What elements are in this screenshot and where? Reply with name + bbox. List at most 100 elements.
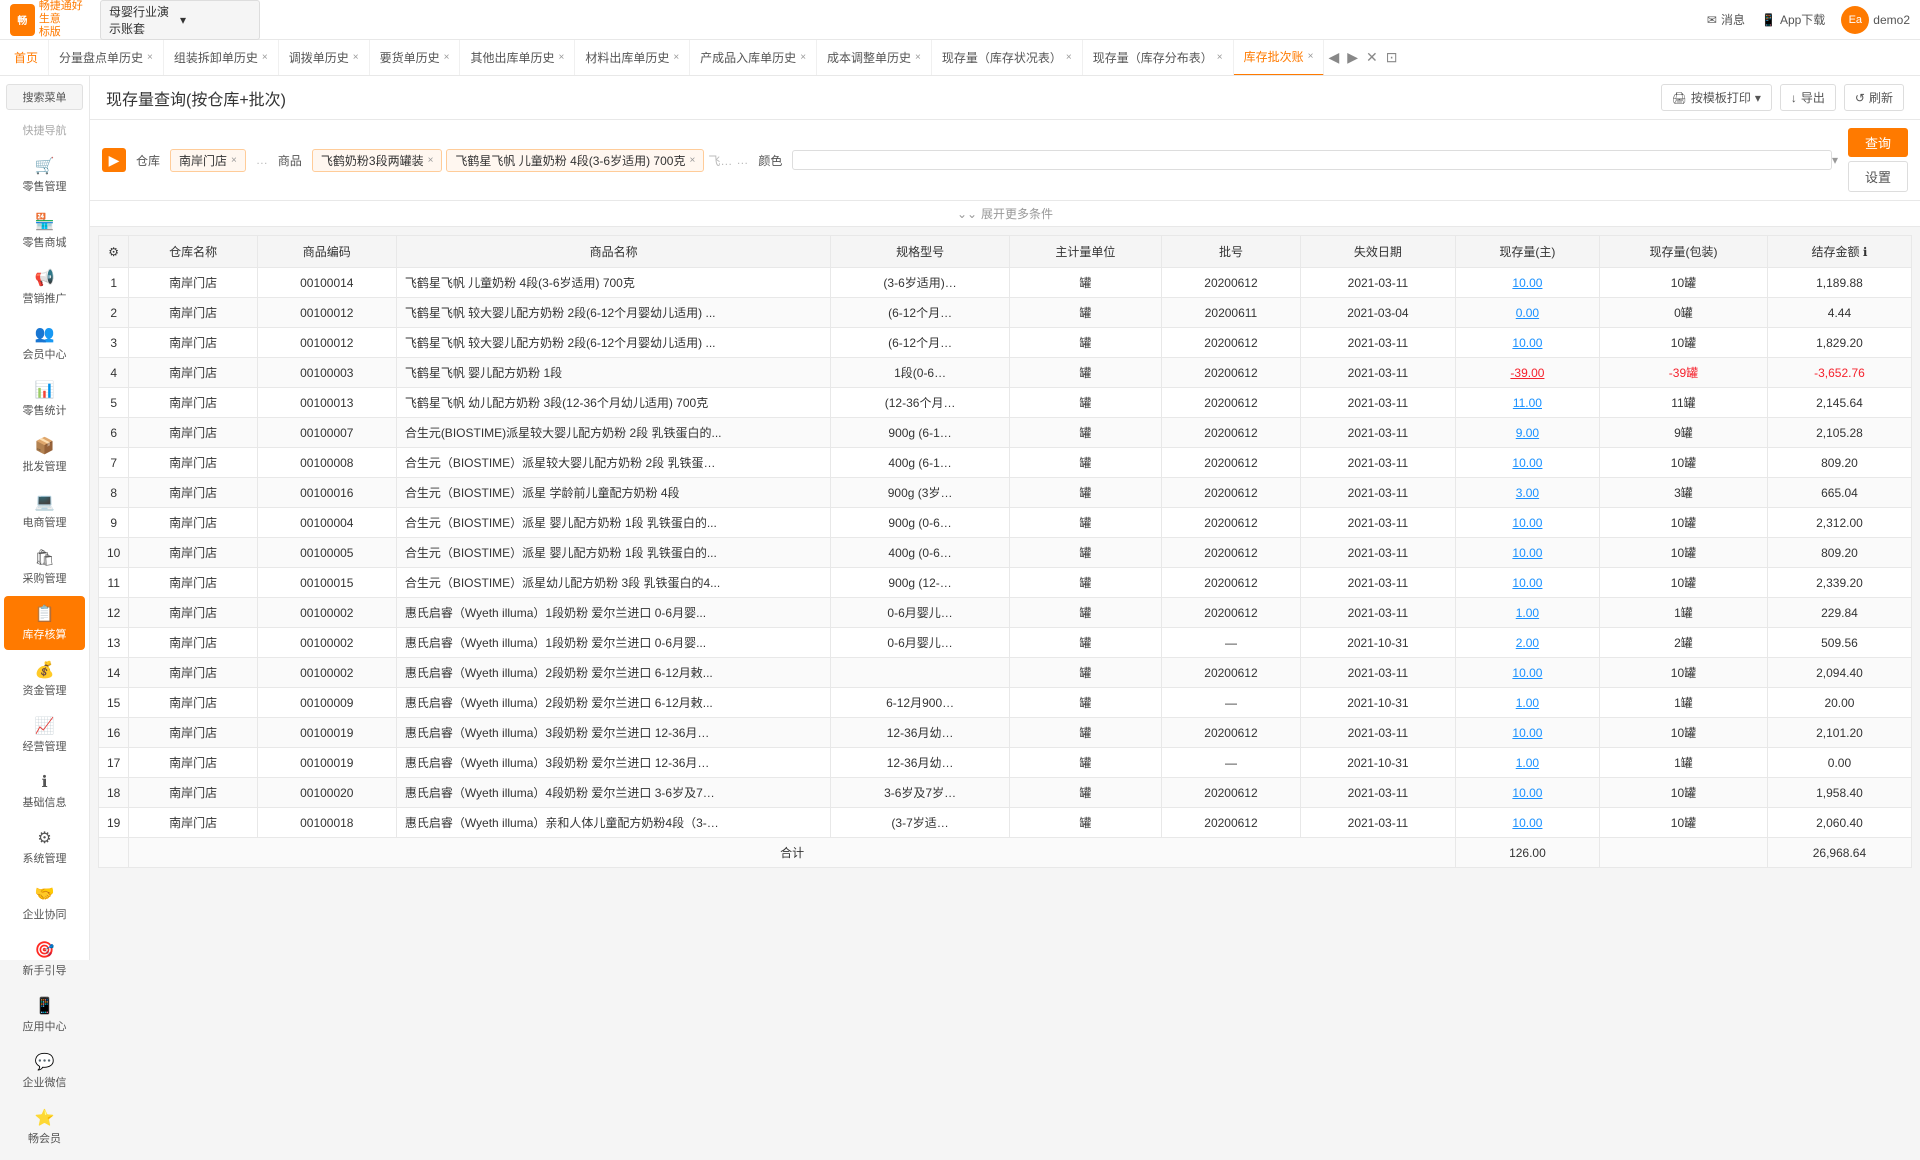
sidebar-item-member[interactable]: 👥 会员中心 bbox=[4, 316, 85, 370]
row-stock-main[interactable]: 10.00 bbox=[1455, 508, 1599, 538]
goods-tag-1-close[interactable]: × bbox=[428, 155, 434, 166]
sidebar-item-newguide[interactable]: 🎯 新手引导 bbox=[4, 932, 85, 986]
row-stock-main[interactable]: 10.00 bbox=[1455, 538, 1599, 568]
close-icon[interactable]: × bbox=[800, 52, 806, 63]
goods-tag-2[interactable]: 飞鹤星飞帆 儿童奶粉 4段(3-6岁适用) 700克 × bbox=[446, 149, 704, 172]
user-avatar[interactable]: Ea demo2 bbox=[1841, 6, 1910, 34]
row-stock-main[interactable]: 10.00 bbox=[1455, 568, 1599, 598]
close-icon[interactable]: × bbox=[915, 52, 921, 63]
nav-prev-arrow[interactable]: ◀ bbox=[1324, 49, 1343, 66]
basic-icon: ℹ bbox=[10, 772, 79, 792]
nav-tab-qita[interactable]: 其他出库单历史 × bbox=[460, 40, 575, 76]
filter-action-btns: 查询 设置 bbox=[1848, 128, 1908, 192]
row-stock-main[interactable]: 10.00 bbox=[1455, 778, 1599, 808]
sidebar-item-apps[interactable]: 📱 应用中心 bbox=[4, 988, 85, 1042]
goods-filter-more-btn[interactable]: … bbox=[736, 153, 748, 167]
row-stock-main[interactable]: 9.00 bbox=[1455, 418, 1599, 448]
warehouse-more[interactable]: … bbox=[256, 153, 268, 167]
row-stock-main[interactable]: 1.00 bbox=[1455, 748, 1599, 778]
col-settings[interactable]: ⚙ bbox=[99, 236, 129, 268]
row-stock-main[interactable]: 2.00 bbox=[1455, 628, 1599, 658]
nav-tab-cailiao[interactable]: 材料出库单历史 × bbox=[575, 40, 690, 76]
goods-tag-1[interactable]: 飞鹤奶粉3段两罐装 × bbox=[312, 149, 443, 172]
row-code: 00100002 bbox=[257, 658, 396, 688]
row-warehouse: 南岸门店 bbox=[129, 478, 257, 508]
refresh-btn[interactable]: ↺ 刷新 bbox=[1844, 84, 1904, 111]
row-stock-main[interactable]: 10.00 bbox=[1455, 328, 1599, 358]
nav-tab-tiaopi[interactable]: 调拨单历史 × bbox=[279, 40, 370, 76]
nav-tab-zuche[interactable]: 组装拆卸单历史 × bbox=[164, 40, 279, 76]
row-stock-pack: 10罐 bbox=[1600, 328, 1768, 358]
setting-btn[interactable]: 设置 bbox=[1848, 161, 1908, 192]
sidebar-item-member2[interactable]: ⭐ 畅会员 bbox=[4, 1100, 85, 1154]
row-stock-main[interactable]: 10.00 bbox=[1455, 268, 1599, 298]
nav-tab-xianzailiang2[interactable]: 现存量（库存分布表） × bbox=[1083, 40, 1234, 76]
row-stock-main[interactable]: 0.00 bbox=[1455, 298, 1599, 328]
print-btn[interactable]: 🖨 按模板打印 ▾ bbox=[1661, 84, 1772, 111]
row-num: 1 bbox=[99, 268, 129, 298]
nav-tab-xianzailiang1[interactable]: 现存量（库存状况表） × bbox=[932, 40, 1083, 76]
retail-icon: 🛒 bbox=[10, 156, 79, 176]
tenant-selector[interactable]: 母婴行业演示账套 ▾ bbox=[100, 0, 260, 40]
sidebar-item-wholesale[interactable]: 📦 批发管理 bbox=[4, 428, 85, 482]
app-download-btn[interactable]: 📱 App下载 bbox=[1761, 11, 1825, 28]
close-icon[interactable]: × bbox=[444, 52, 450, 63]
nav-close-all-btn[interactable]: ✕ bbox=[1362, 49, 1382, 66]
close-icon[interactable]: × bbox=[673, 52, 679, 63]
sidebar-item-operation[interactable]: 📈 经营管理 bbox=[4, 708, 85, 762]
sidebar-item-enterprise[interactable]: 🤝 企业协同 bbox=[4, 876, 85, 930]
sidebar-item-retail[interactable]: 🛒 零售管理 bbox=[4, 148, 85, 202]
row-stock-main[interactable]: 3.00 bbox=[1455, 478, 1599, 508]
close-icon[interactable]: × bbox=[1066, 52, 1072, 63]
nav-tab-piliang[interactable]: 库存批次账 × bbox=[1234, 40, 1325, 76]
row-stock-pack: 9罐 bbox=[1600, 418, 1768, 448]
row-stock-main[interactable]: 1.00 bbox=[1455, 688, 1599, 718]
sidebar-item-marketing[interactable]: 📢 营销推广 bbox=[4, 260, 85, 314]
sidebar-item-stats[interactable]: 📊 零售统计 bbox=[4, 372, 85, 426]
goods-tag-2-close[interactable]: × bbox=[689, 155, 695, 166]
row-stock-main[interactable]: 10.00 bbox=[1455, 658, 1599, 688]
table-row: 11 南岸门店 00100015 合生元（BIOSTIME）派星幼儿配方奶粉 3… bbox=[99, 568, 1912, 598]
close-icon[interactable]: × bbox=[558, 52, 564, 63]
row-stock-main[interactable]: 11.00 bbox=[1455, 388, 1599, 418]
sidebar-item-ecom[interactable]: 💻 电商管理 bbox=[4, 484, 85, 538]
color-filter-input[interactable] bbox=[792, 150, 1832, 170]
nav-tab-yaohuo[interactable]: 要货单历史 × bbox=[370, 40, 461, 76]
sidebar-item-finance[interactable]: 💰 资金管理 bbox=[4, 652, 85, 706]
nav-tab-fenpan[interactable]: 分量盘点单历史 × bbox=[49, 40, 164, 76]
sidebar-item-purchase[interactable]: 🛍 采购管理 bbox=[4, 540, 85, 594]
row-stock-main[interactable]: 10.00 bbox=[1455, 718, 1599, 748]
row-stock-main[interactable]: 10.00 bbox=[1455, 808, 1599, 838]
nav-expand-btn[interactable]: ⊡ bbox=[1382, 49, 1402, 66]
close-icon[interactable]: × bbox=[1308, 51, 1314, 62]
system-icon: ⚙ bbox=[10, 828, 79, 848]
message-btn[interactable]: ✉ 消息 bbox=[1707, 11, 1745, 28]
sidebar-item-shop[interactable]: 🏪 零售商城 bbox=[4, 204, 85, 258]
refresh-icon: ↺ bbox=[1855, 91, 1865, 105]
expand-more-btn[interactable]: ⌄⌄ 展开更多条件 bbox=[957, 205, 1053, 222]
warehouse-filter-tag[interactable]: 南岸门店 × bbox=[170, 149, 246, 172]
sidebar-item-system[interactable]: ⚙ 系统管理 bbox=[4, 820, 85, 874]
warehouse-tag-close[interactable]: × bbox=[231, 155, 237, 166]
close-icon[interactable]: × bbox=[1217, 52, 1223, 63]
nav-tab-home[interactable]: 首页 bbox=[4, 40, 49, 76]
table-row: 6 南岸门店 00100007 合生元(BIOSTIME)派星较大婴儿配方奶粉 … bbox=[99, 418, 1912, 448]
sidebar-item-wechat[interactable]: 💬 企业微信 bbox=[4, 1044, 85, 1098]
nav-tab-chengben[interactable]: 成本调整单历史 × bbox=[817, 40, 932, 76]
close-icon[interactable]: × bbox=[262, 52, 268, 63]
search-menu-btn[interactable]: 搜索菜单 bbox=[6, 84, 83, 110]
close-icon[interactable]: × bbox=[147, 52, 153, 63]
row-stock-main[interactable]: 1.00 bbox=[1455, 598, 1599, 628]
sidebar-item-inventory[interactable]: 📋 库存核算 bbox=[4, 596, 85, 650]
row-stock-main[interactable]: -39.00 bbox=[1455, 358, 1599, 388]
nav-tab-chanpin[interactable]: 产成品入库单历史 × bbox=[690, 40, 817, 76]
close-icon[interactable]: × bbox=[353, 52, 359, 63]
color-dropdown-icon[interactable]: ▾ bbox=[1832, 153, 1838, 167]
export-btn[interactable]: ↓ 导出 bbox=[1780, 84, 1836, 111]
nav-next-arrow[interactable]: ▶ bbox=[1343, 49, 1362, 66]
query-btn[interactable]: 查询 bbox=[1848, 128, 1908, 157]
row-balance: 2,094.40 bbox=[1767, 658, 1911, 688]
filter-expand-btn[interactable]: ▶ bbox=[102, 148, 126, 172]
sidebar-item-basic[interactable]: ℹ 基础信息 bbox=[4, 764, 85, 818]
row-stock-main[interactable]: 10.00 bbox=[1455, 448, 1599, 478]
